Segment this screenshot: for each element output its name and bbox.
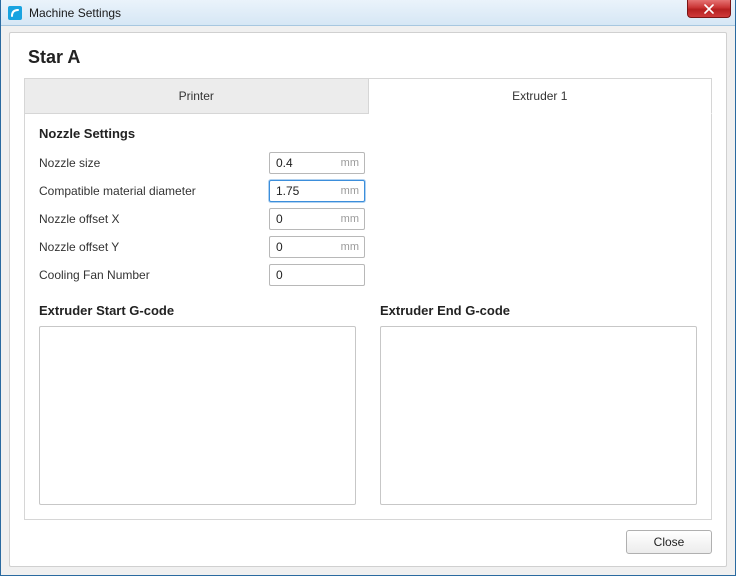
textarea-start-gcode[interactable]: [39, 326, 356, 505]
machine-settings-window: Machine Settings Star A Printer Extruder…: [0, 0, 736, 576]
field-nozzle-offset-y: mm: [269, 236, 365, 258]
input-material-diameter[interactable]: [269, 180, 365, 202]
footer: Close: [10, 520, 726, 566]
input-cooling-fan-number[interactable]: [269, 264, 365, 286]
field-nozzle-offset-x: mm: [269, 208, 365, 230]
label-material-diameter: Compatible material diameter: [39, 184, 269, 198]
nozzle-settings-title: Nozzle Settings: [39, 126, 697, 141]
title-bar: Machine Settings: [1, 0, 735, 26]
app-icon: [7, 5, 23, 21]
client-area: Star A Printer Extruder 1 Nozzle Setting…: [9, 32, 727, 567]
close-icon: [704, 4, 714, 14]
tab-body-extruder-1: Nozzle Settings Nozzle size mm Compatibl…: [24, 114, 712, 520]
label-nozzle-size: Nozzle size: [39, 156, 269, 170]
tab-bar: Printer Extruder 1: [24, 78, 712, 114]
extruder-start-gcode: Extruder Start G-code: [39, 303, 356, 505]
row-material-diameter: Compatible material diameter mm: [39, 177, 697, 205]
tab-printer[interactable]: Printer: [24, 78, 369, 114]
label-end-gcode: Extruder End G-code: [380, 303, 697, 318]
window-title: Machine Settings: [29, 6, 121, 20]
row-nozzle-offset-x: Nozzle offset X mm: [39, 205, 697, 233]
row-nozzle-offset-y: Nozzle offset Y mm: [39, 233, 697, 261]
row-cooling-fan-number: Cooling Fan Number: [39, 261, 697, 289]
textarea-end-gcode[interactable]: [380, 326, 697, 505]
tab-extruder-1[interactable]: Extruder 1: [369, 78, 713, 114]
printer-name: Star A: [28, 47, 708, 68]
label-cooling-fan-number: Cooling Fan Number: [39, 268, 269, 282]
field-nozzle-size: mm: [269, 152, 365, 174]
gcode-section: Extruder Start G-code Extruder End G-cod…: [39, 303, 697, 505]
close-button[interactable]: Close: [626, 530, 712, 554]
field-cooling-fan-number: [269, 264, 365, 286]
extruder-end-gcode: Extruder End G-code: [380, 303, 697, 505]
field-material-diameter: mm: [269, 180, 365, 202]
nozzle-fields: Nozzle size mm Compatible material diame…: [39, 149, 697, 289]
label-nozzle-offset-x: Nozzle offset X: [39, 212, 269, 226]
header: Star A: [10, 33, 726, 78]
input-nozzle-offset-x[interactable]: [269, 208, 365, 230]
input-nozzle-offset-y[interactable]: [269, 236, 365, 258]
input-nozzle-size[interactable]: [269, 152, 365, 174]
window-close-button[interactable]: [687, 0, 731, 18]
row-nozzle-size: Nozzle size mm: [39, 149, 697, 177]
label-nozzle-offset-y: Nozzle offset Y: [39, 240, 269, 254]
label-start-gcode: Extruder Start G-code: [39, 303, 356, 318]
